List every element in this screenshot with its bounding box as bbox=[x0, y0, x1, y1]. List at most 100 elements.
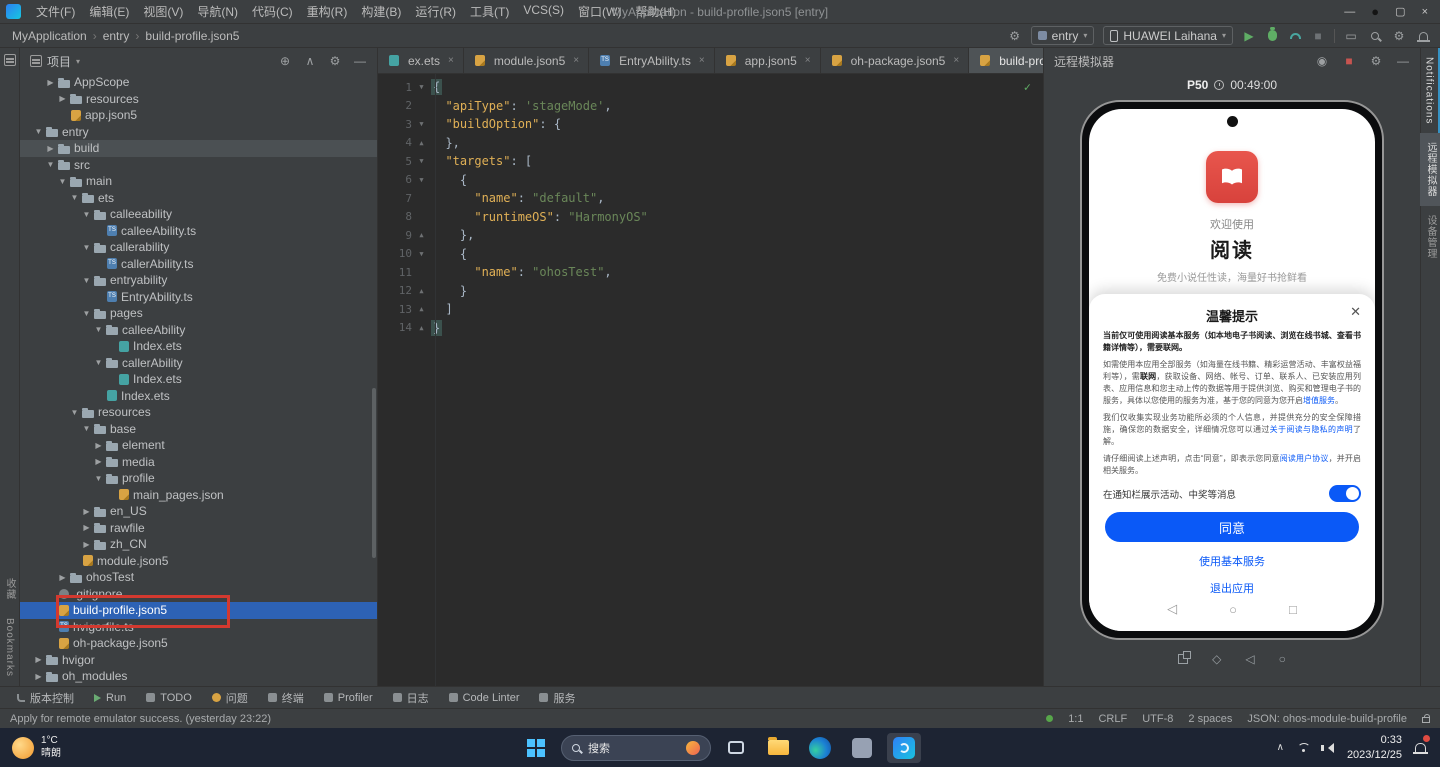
restore-icon[interactable]: ▢ bbox=[1395, 5, 1405, 18]
lock-icon[interactable] bbox=[1422, 714, 1430, 723]
chevron-icon[interactable]: ▼ bbox=[68, 408, 81, 417]
code-line[interactable]: 6 ▼ { bbox=[378, 171, 1043, 190]
sync-settings-icon[interactable]: ⚙ bbox=[1008, 28, 1022, 44]
fold-icon[interactable]: ▼ bbox=[412, 157, 431, 165]
chevron-icon[interactable]: ▶ bbox=[32, 672, 45, 681]
tree-item[interactable]: app.json5 bbox=[20, 107, 377, 124]
tree-item[interactable]: ▼ src bbox=[20, 157, 377, 174]
project-scrollbar[interactable] bbox=[372, 388, 376, 558]
tree-item[interactable]: ▶ zh_CN bbox=[20, 536, 377, 553]
rotate-icon[interactable]: ◇ bbox=[1212, 652, 1221, 666]
hide-icon[interactable]: — bbox=[1396, 53, 1410, 69]
tool-stripe-label[interactable]: Bookmarks bbox=[1, 609, 18, 686]
file-encoding[interactable]: UTF-8 bbox=[1142, 713, 1173, 725]
tree-item[interactable]: ▼ calleeAbility bbox=[20, 322, 377, 339]
menu-item[interactable]: 导航(N) bbox=[190, 1, 245, 22]
chevron-icon[interactable]: ▼ bbox=[92, 474, 105, 483]
tree-item[interactable]: ▼ main bbox=[20, 173, 377, 190]
tree-item[interactable]: ▼ calleeability bbox=[20, 206, 377, 223]
cast-icon[interactable]: ▭ bbox=[1344, 28, 1358, 44]
editor-tab[interactable]: app.json5 × bbox=[715, 48, 821, 73]
menu-item[interactable]: 运行(R) bbox=[408, 1, 463, 22]
fold-icon[interactable]: ▼ bbox=[412, 176, 431, 184]
chevron-icon[interactable]: ▶ bbox=[92, 441, 105, 450]
minimize-icon[interactable]: — bbox=[1344, 6, 1355, 18]
line-separator[interactable]: CRLF bbox=[1098, 713, 1127, 725]
toolwindow-vcs[interactable]: 版本控制 bbox=[8, 687, 83, 708]
notification-toggle[interactable] bbox=[1329, 485, 1361, 502]
chevron-up-icon[interactable]: ∧ bbox=[1277, 742, 1284, 753]
close-icon[interactable]: × bbox=[953, 55, 959, 66]
basic-service-link[interactable]: 使用基本服务 bbox=[1103, 553, 1361, 569]
taskbar-app-app[interactable] bbox=[845, 733, 879, 763]
tree-item[interactable]: ▶ build bbox=[20, 140, 377, 157]
menu-item[interactable]: 编辑(E) bbox=[82, 1, 136, 22]
chevron-icon[interactable]: ▶ bbox=[80, 523, 93, 532]
tree-item[interactable]: ▼ callerability bbox=[20, 239, 377, 256]
code-line[interactable]: 9 ▲ }, bbox=[378, 226, 1043, 245]
close-icon[interactable]: × bbox=[448, 55, 454, 66]
tree-item[interactable]: ▼ callerAbility bbox=[20, 355, 377, 372]
editor-tab[interactable]: EntryAbility.ts × bbox=[589, 48, 715, 73]
code-line[interactable]: 4 ▲ }, bbox=[378, 134, 1043, 153]
chevron-icon[interactable]: ▶ bbox=[80, 540, 93, 549]
volume-icon[interactable] bbox=[1320, 742, 1334, 753]
tree-item[interactable]: ▼ base bbox=[20, 421, 377, 438]
tree-item[interactable]: ▶ en_US bbox=[20, 503, 377, 520]
chevron-icon[interactable]: ▼ bbox=[80, 309, 93, 318]
tree-item[interactable]: ▶ AppScope bbox=[20, 74, 377, 91]
stop-red-icon[interactable]: ■ bbox=[1342, 53, 1356, 69]
play-icon[interactable]: ▶ bbox=[1242, 28, 1256, 44]
inspection-ok-icon[interactable]: ✓ bbox=[1024, 80, 1031, 94]
chevron-icon[interactable]: ▶ bbox=[44, 144, 57, 153]
code-line[interactable]: 14 ▲} bbox=[378, 319, 1043, 338]
code-line[interactable]: 12 ▲ } bbox=[378, 282, 1043, 301]
tree-item[interactable]: main_pages.json bbox=[20, 487, 377, 504]
fold-icon[interactable]: ▲ bbox=[412, 324, 431, 332]
menu-item[interactable]: 工具(T) bbox=[463, 1, 516, 22]
module-selector[interactable]: entry ▾ bbox=[1030, 26, 1095, 45]
tree-item[interactable]: ▼ pages bbox=[20, 305, 377, 322]
close-icon[interactable]: × bbox=[1422, 6, 1428, 18]
tree-item[interactable]: ▶ media bbox=[20, 454, 377, 471]
tree-item[interactable]: hvigorfile.ts bbox=[20, 619, 377, 636]
code-line[interactable]: 2 "apiType": 'stageMode', bbox=[378, 97, 1043, 116]
chevron-icon[interactable]: ▼ bbox=[80, 210, 93, 219]
tree-item[interactable]: ▶ element bbox=[20, 437, 377, 454]
tree-item[interactable]: Index.ets bbox=[20, 371, 377, 388]
menu-item[interactable]: 重构(R) bbox=[300, 1, 355, 22]
code-line[interactable]: 8 "runtimeOS": "HarmonyOS" bbox=[378, 208, 1043, 227]
tree-item[interactable]: calleeAbility.ts bbox=[20, 223, 377, 240]
menu-item[interactable]: VCS(S) bbox=[516, 1, 571, 22]
editor-tab[interactable]: ex.ets × bbox=[378, 48, 464, 73]
code-line[interactable]: 11 "name": "ohosTest", bbox=[378, 263, 1043, 282]
code-line[interactable]: 3 ▼ "buildOption": { bbox=[378, 115, 1043, 134]
taskbar-search[interactable]: 搜索 bbox=[561, 734, 711, 761]
chevron-icon[interactable]: ▼ bbox=[80, 424, 93, 433]
chevron-icon[interactable]: ▼ bbox=[80, 276, 93, 285]
chevron-icon[interactable]: ▼ bbox=[68, 193, 81, 202]
tree-item[interactable]: Index.ets bbox=[20, 338, 377, 355]
chevron-icon[interactable]: ▶ bbox=[44, 78, 57, 87]
fold-icon[interactable]: ▲ bbox=[412, 231, 431, 239]
settings-icon[interactable]: ⚙ bbox=[1369, 53, 1383, 69]
tree-item[interactable]: build-profile.json5 bbox=[20, 602, 377, 619]
tree-item[interactable]: module.json5 bbox=[20, 553, 377, 570]
fold-icon[interactable]: ▼ bbox=[412, 250, 431, 258]
code-line[interactable]: 7 "name": "default", bbox=[378, 189, 1043, 208]
chevron-icon[interactable]: ▼ bbox=[92, 325, 105, 334]
agree-button[interactable]: 同意 bbox=[1105, 512, 1359, 542]
recents-icon[interactable]: □ bbox=[1289, 602, 1297, 617]
tree-item[interactable]: ▶ oh_modules bbox=[20, 668, 377, 685]
chevron-down-icon[interactable]: ▾ bbox=[76, 57, 80, 66]
dialog-link[interactable]: 增值服务 bbox=[1303, 396, 1335, 405]
tree-item[interactable]: ▶ rawfile bbox=[20, 520, 377, 537]
tree-item[interactable]: callerAbility.ts bbox=[20, 256, 377, 273]
toolwindow-log[interactable]: 日志 bbox=[384, 687, 438, 708]
indent-style[interactable]: 2 spaces bbox=[1188, 713, 1232, 725]
tree-item[interactable]: ▼ ets bbox=[20, 190, 377, 207]
chevron-icon[interactable]: ▼ bbox=[32, 127, 45, 136]
chevron-icon[interactable]: ▶ bbox=[92, 457, 105, 466]
breadcrumb-item[interactable]: build-profile.json5 bbox=[143, 29, 241, 43]
toolwindow-linter[interactable]: Code Linter bbox=[440, 687, 529, 708]
